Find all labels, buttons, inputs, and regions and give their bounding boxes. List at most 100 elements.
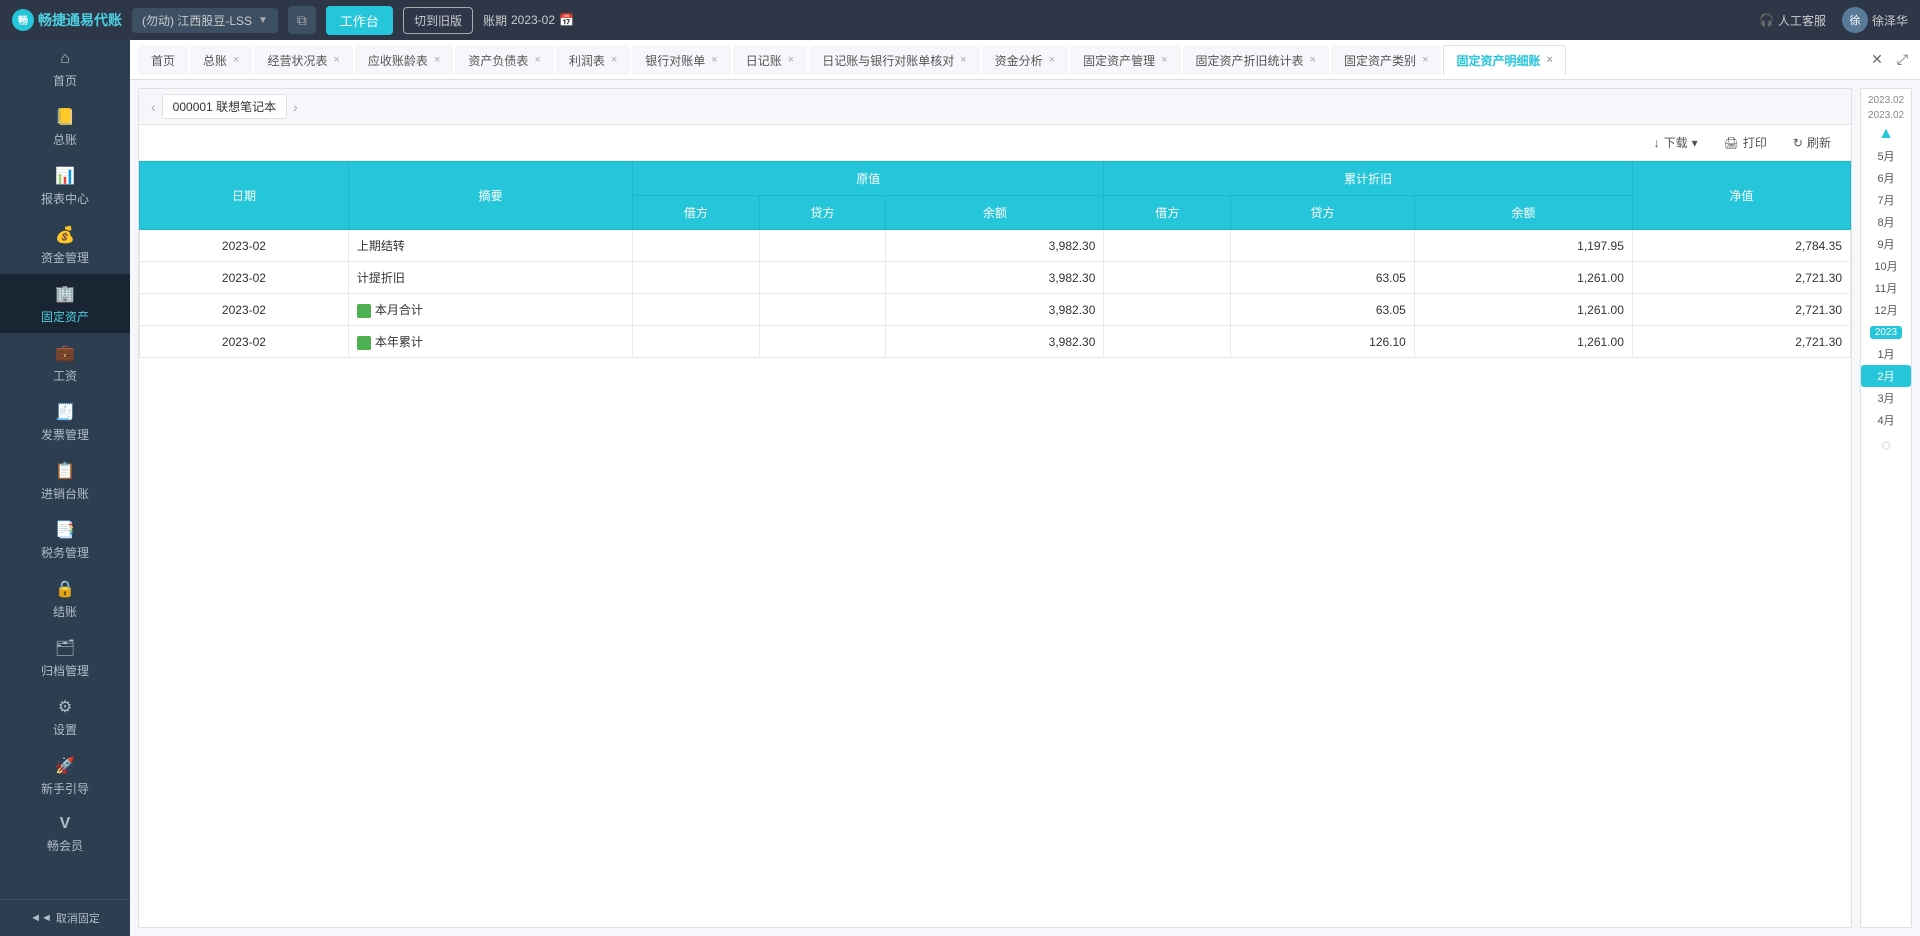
tab-profit-close[interactable]: ×	[611, 54, 617, 66]
sidebar-collapse-button[interactable]: ◄◄ 取消固定	[0, 899, 130, 936]
tab-fixed-detail-close[interactable]: ×	[1546, 54, 1552, 66]
tab-ledger-close[interactable]: ×	[233, 54, 239, 66]
header-net: 净值	[1632, 162, 1850, 230]
tab-journal[interactable]: 日记账 ×	[733, 45, 807, 75]
tab-journal-label: 日记账	[746, 52, 782, 69]
nav-next-button[interactable]: ›	[293, 99, 298, 115]
guide-icon: 🚀	[55, 756, 75, 776]
sidebar-item-ledger[interactable]: 📒 总账	[0, 97, 130, 156]
month-7[interactable]: 7月	[1861, 189, 1911, 211]
sidebar-item-sales[interactable]: 📋 进销台账	[0, 451, 130, 510]
sidebar-item-tax[interactable]: 📑 税务管理	[0, 510, 130, 569]
header-summary: 摘要	[348, 162, 632, 230]
user-name: 徐泽华	[1872, 12, 1908, 29]
sidebar-item-archive[interactable]: 🗂 归档管理	[0, 628, 130, 687]
nav-prev-button[interactable]: ‹	[151, 99, 156, 115]
copy-button[interactable]: ⧉	[288, 6, 316, 34]
tab-capital-analysis-close[interactable]: ×	[1049, 54, 1055, 66]
calendar-icon[interactable]: 📅	[559, 13, 574, 27]
month-8[interactable]: 8月	[1861, 211, 1911, 233]
tab-ledger[interactable]: 总账 ×	[190, 45, 252, 75]
header-orig-debit: 借方	[633, 196, 760, 230]
tab-maximize-button[interactable]: ⤢	[1893, 49, 1912, 70]
print-button[interactable]: 🖨 打印	[1716, 130, 1775, 155]
month-10[interactable]: 10月	[1861, 255, 1911, 277]
sidebar-item-close[interactable]: 🔒 结账	[0, 569, 130, 628]
sidebar: ⌂ 首页 📒 总账 📊 报表中心 💰 资金管理 🏢 固定资产 💼 工资	[0, 40, 130, 936]
month-3[interactable]: 3月	[1861, 387, 1911, 409]
download-chevron: ▾	[1692, 136, 1698, 150]
refresh-button[interactable]: ↻ 刷新	[1785, 130, 1839, 155]
tab-balance[interactable]: 资产负债表 ×	[455, 45, 553, 75]
sidebar-label-settings: 设置	[53, 721, 77, 738]
scroll-down-button[interactable]: ○	[1881, 435, 1892, 456]
company-selector[interactable]: (勿动) 江西股豆-LSS ▼	[132, 8, 278, 33]
help-button[interactable]: 🎧 人工客服	[1759, 12, 1826, 29]
header-date: 日期	[140, 162, 349, 230]
tab-reconcile-label: 日记账与银行对账单核对	[822, 52, 954, 69]
chevron-down-icon: ▼	[258, 15, 268, 26]
print-icon: 🖨	[1724, 136, 1739, 150]
tab-receivable-label: 应收账龄表	[368, 52, 428, 69]
sidebar-item-home[interactable]: ⌂ 首页	[0, 40, 130, 97]
month-6[interactable]: 6月	[1861, 167, 1911, 189]
period-label: 账期	[483, 12, 507, 29]
panel-nav: ‹ 000001 联想笔记本 ›	[139, 89, 1851, 125]
tab-profit-label: 利润表	[569, 52, 605, 69]
tab-receivable-close[interactable]: ×	[434, 54, 440, 66]
company-name: (勿动) 江西股豆-LSS	[142, 12, 252, 29]
month-1[interactable]: 1月	[1861, 343, 1911, 365]
tab-capital-analysis[interactable]: 资金分析 ×	[982, 45, 1068, 75]
tab-fixed-category[interactable]: 固定资产类别 ×	[1331, 45, 1441, 75]
tab-reconcile-close[interactable]: ×	[960, 54, 966, 66]
tab-balance-close[interactable]: ×	[534, 54, 540, 66]
tab-bank-statement-close[interactable]: ×	[711, 54, 717, 66]
tab-bank-statement[interactable]: 银行对账单 ×	[632, 45, 730, 75]
sidebar-label-guide: 新手引导	[41, 780, 89, 797]
sidebar-item-fixed[interactable]: 🏢 固定资产	[0, 274, 130, 333]
switch-version-button[interactable]: 切到旧版	[403, 7, 473, 34]
period-info: 账期 2023-02 📅	[483, 12, 574, 29]
tab-fixed-detail[interactable]: 固定资产明细账 ×	[1443, 45, 1565, 75]
user-menu[interactable]: 徐 徐泽华	[1842, 7, 1908, 33]
print-label: 打印	[1743, 134, 1767, 151]
sidebar-item-vip[interactable]: V 畅会员	[0, 805, 130, 862]
sidebar-label-capital: 资金管理	[41, 249, 89, 266]
tab-fixed-mgmt-close[interactable]: ×	[1161, 54, 1167, 66]
month-4[interactable]: 4月	[1861, 409, 1911, 431]
sidebar-item-invoice[interactable]: 🧾 发票管理	[0, 392, 130, 451]
asset-name: 联想笔记本	[216, 100, 276, 114]
sidebar-item-capital[interactable]: 💰 资金管理	[0, 215, 130, 274]
tab-profit[interactable]: 利润表 ×	[556, 45, 630, 75]
tab-depreciation-stat-close[interactable]: ×	[1310, 54, 1316, 66]
month-2-active[interactable]: 2月	[1861, 365, 1911, 387]
tab-depreciation-stat[interactable]: 固定资产折旧统计表 ×	[1183, 45, 1329, 75]
tab-business-close[interactable]: ×	[333, 54, 339, 66]
sidebar-item-guide[interactable]: 🚀 新手引导	[0, 746, 130, 805]
tab-home[interactable]: 首页	[138, 45, 188, 75]
sidebar-item-report[interactable]: 📊 报表中心	[0, 156, 130, 215]
asset-tag[interactable]: 000001 联想笔记本	[162, 94, 287, 119]
sidebar-label-vip: 畅会员	[47, 837, 83, 854]
scroll-up-button[interactable]: ▲	[1878, 125, 1894, 143]
sidebar-item-settings[interactable]: ⚙ 设置	[0, 687, 130, 746]
header-orig-balance: 余额	[886, 196, 1104, 230]
month-5[interactable]: 5月	[1861, 145, 1911, 167]
tab-business[interactable]: 经营状况表 ×	[254, 45, 352, 75]
sidebar-label-invoice: 发票管理	[41, 426, 89, 443]
month-9[interactable]: 9月	[1861, 233, 1911, 255]
month-12[interactable]: 12月	[1861, 299, 1911, 321]
sidebar-item-salary[interactable]: 💼 工资	[0, 333, 130, 392]
work-button[interactable]: 工作台	[326, 6, 393, 35]
year-badge-2023: 2023	[1870, 326, 1902, 339]
tab-journal-close[interactable]: ×	[788, 54, 794, 66]
tab-fixed-category-close[interactable]: ×	[1422, 54, 1428, 66]
month-11[interactable]: 11月	[1861, 277, 1911, 299]
tab-close-all-button[interactable]: ✕	[1867, 49, 1887, 70]
tab-reconcile[interactable]: 日记账与银行对账单核对 ×	[809, 45, 979, 75]
download-button[interactable]: ↓ 下载 ▾	[1646, 130, 1706, 155]
tab-fixed-mgmt[interactable]: 固定资产管理 ×	[1070, 45, 1180, 75]
tab-receivable[interactable]: 应收账龄表 ×	[355, 45, 453, 75]
logo: 畅 畅捷通易代账	[12, 9, 122, 31]
sidebar-label-fixed: 固定资产	[41, 308, 89, 325]
